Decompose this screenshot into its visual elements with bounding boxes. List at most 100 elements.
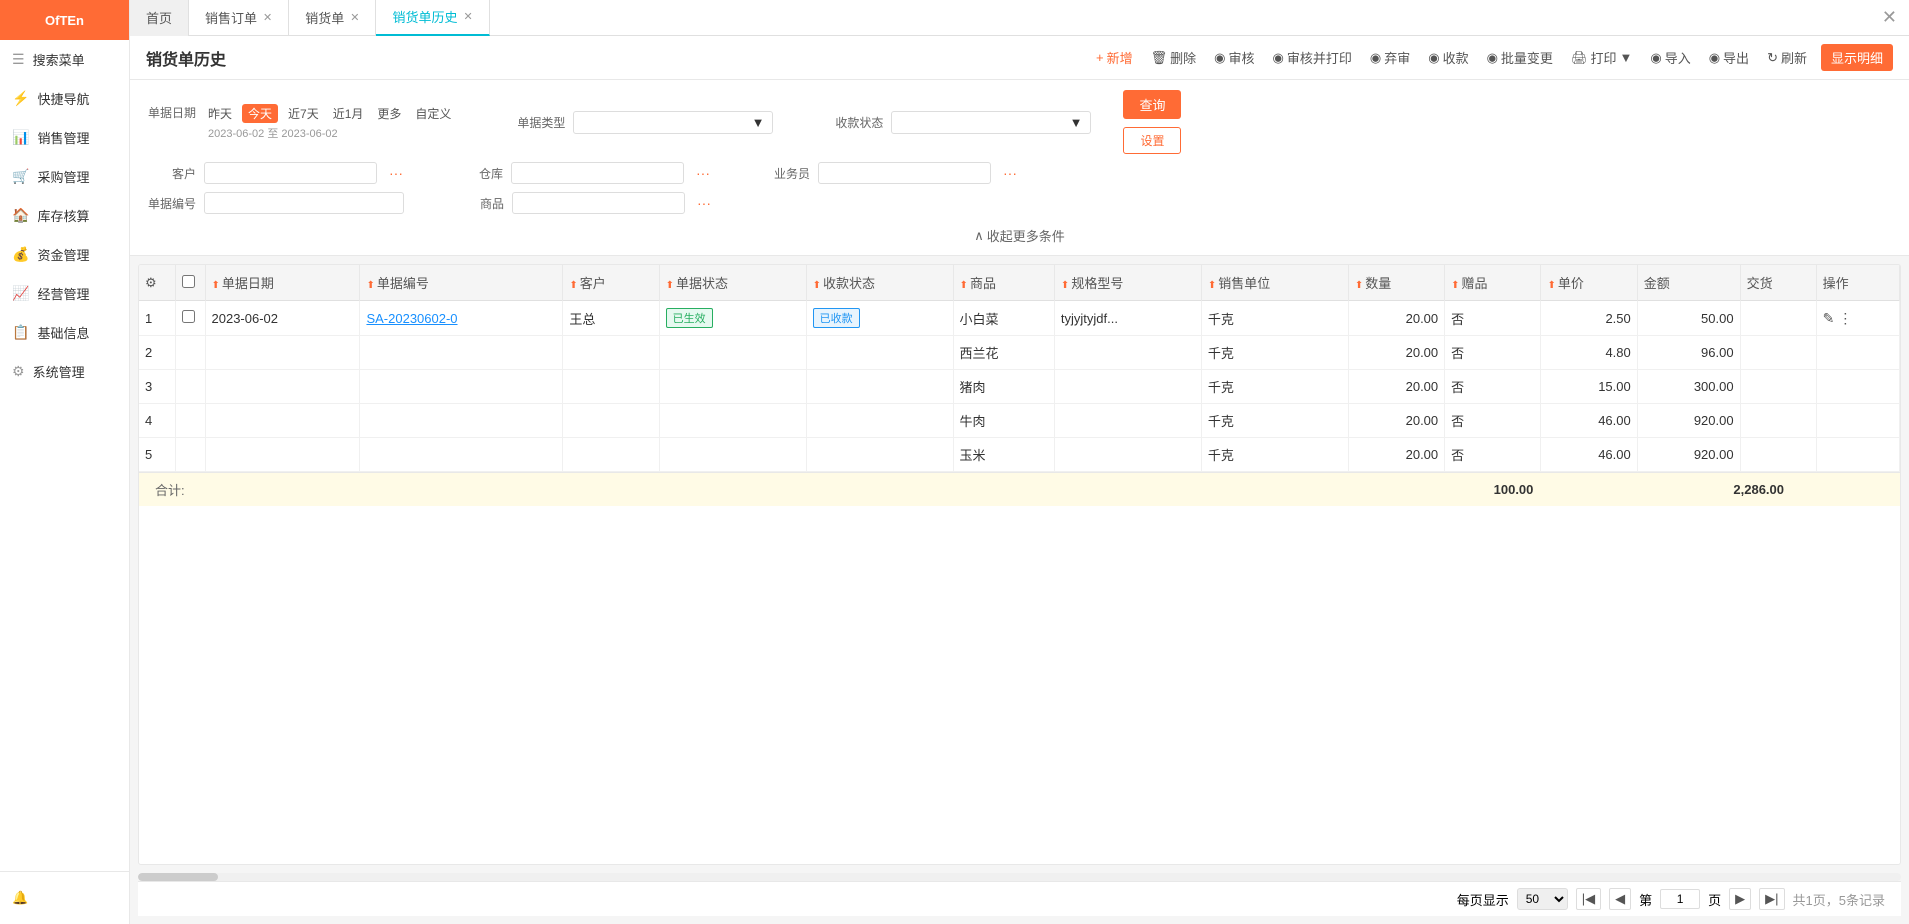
cell-checkbox[interactable] bbox=[175, 301, 205, 336]
collapse-row: ∧ 收起更多条件 bbox=[146, 222, 1893, 245]
sidebar-item-ops-mgmt[interactable]: 📈 经营管理 bbox=[0, 274, 129, 313]
sidebar-item-finance-mgmt[interactable]: 💰 资金管理 bbox=[0, 235, 129, 274]
sidebar-item-sys-mgmt[interactable]: ⚙ 系统管理 bbox=[0, 352, 129, 391]
quick-nav-icon: ⚡ bbox=[12, 90, 29, 107]
cell-gift: 否 bbox=[1445, 404, 1541, 438]
collapse-button[interactable]: ∧ 收起更多条件 bbox=[974, 226, 1065, 245]
doc-num-link[interactable]: SA-20230602-0 bbox=[366, 311, 457, 326]
sidebar-bottom-btn1[interactable]: 🔔 bbox=[0, 880, 129, 916]
show-detail-button[interactable]: 显示明细 bbox=[1821, 44, 1893, 71]
cell-checkbox[interactable] bbox=[175, 336, 205, 370]
cell-trade bbox=[1740, 336, 1816, 370]
col-unit[interactable]: ⬆销售单位 bbox=[1201, 265, 1348, 301]
first-page-btn[interactable]: |◀ bbox=[1576, 888, 1601, 910]
sidebar-item-purchase-mgmt[interactable]: 🛒 采购管理 bbox=[0, 157, 129, 196]
col-goods[interactable]: ⬆商品 bbox=[953, 265, 1054, 301]
salesman-more-btn[interactable]: ··· bbox=[1003, 165, 1017, 181]
col-price[interactable]: ⬆单价 bbox=[1541, 265, 1637, 301]
cell-gift: 否 bbox=[1445, 370, 1541, 404]
warehouse-input[interactable] bbox=[511, 162, 684, 184]
tab-home[interactable]: 首页 bbox=[130, 0, 189, 36]
sort-icon-date: ⬆ bbox=[212, 280, 220, 291]
col-doc-date[interactable]: ⬆单据日期 bbox=[205, 265, 360, 301]
tab-sales-goods[interactable]: 销货单 ✕ bbox=[289, 0, 376, 36]
sidebar-item-sales-mgmt[interactable]: 📊 销售管理 bbox=[0, 118, 129, 157]
per-page-select[interactable]: 50 20 100 bbox=[1517, 888, 1568, 910]
goods-input[interactable] bbox=[512, 192, 685, 214]
tab-sales-history[interactable]: 销货单历史 ✕ bbox=[376, 0, 489, 36]
delete-button[interactable]: 🗑 删除 bbox=[1147, 46, 1201, 69]
goods-more-btn[interactable]: ··· bbox=[697, 195, 711, 211]
page-number-input[interactable] bbox=[1660, 889, 1700, 909]
refresh-button[interactable]: ↻ 刷新 bbox=[1763, 46, 1811, 69]
docnum-input[interactable] bbox=[204, 192, 404, 214]
print-button[interactable]: 🖨 打印 ▼ bbox=[1567, 46, 1636, 69]
col-gift[interactable]: ⬆赠品 bbox=[1445, 265, 1541, 301]
audit-button[interactable]: ◉ 审核 bbox=[1210, 46, 1258, 69]
date-btn-1month[interactable]: 近1月 bbox=[329, 104, 368, 123]
cell-unit: 千克 bbox=[1201, 404, 1348, 438]
horizontal-scrollbar[interactable] bbox=[138, 873, 1901, 881]
col-settings[interactable]: ⚙ bbox=[139, 265, 175, 301]
customer-input[interactable] bbox=[204, 162, 377, 184]
tab-close-all-btn[interactable]: ✕ bbox=[1870, 7, 1909, 28]
sidebar-bottom: 🔔 bbox=[0, 871, 129, 924]
export-label: 导出 bbox=[1723, 48, 1749, 67]
select-all-checkbox[interactable] bbox=[182, 275, 195, 288]
sidebar-item-search-menu[interactable]: ☰ 搜索菜单 bbox=[0, 40, 129, 79]
col-doc-status[interactable]: ⬆单据状态 bbox=[659, 265, 806, 301]
date-btn-7days[interactable]: 近7天 bbox=[284, 104, 323, 123]
add-button[interactable]: + 新增 bbox=[1092, 46, 1137, 69]
batch-change-button[interactable]: ◉ 批量变更 bbox=[1483, 46, 1557, 69]
query-button[interactable]: 查询 bbox=[1123, 90, 1181, 119]
sidebar-item-base-info[interactable]: 📋 基础信息 bbox=[0, 313, 129, 352]
abandon-button[interactable]: ◉ 弃审 bbox=[1366, 46, 1414, 69]
next-page-btn[interactable]: ▶ bbox=[1729, 888, 1751, 910]
cell-checkbox[interactable] bbox=[175, 404, 205, 438]
customer-more-btn[interactable]: ··· bbox=[389, 165, 403, 181]
tab-sales-goods-close[interactable]: ✕ bbox=[350, 11, 359, 24]
scrollbar-thumb[interactable] bbox=[138, 873, 218, 881]
cell-gift: 否 bbox=[1445, 438, 1541, 472]
col-checkbox[interactable] bbox=[175, 265, 205, 301]
salesman-input[interactable] bbox=[818, 162, 991, 184]
prev-page-btn[interactable]: ◀ bbox=[1609, 888, 1631, 910]
sort-icon-price: ⬆ bbox=[1547, 280, 1555, 291]
last-page-btn[interactable]: ▶| bbox=[1759, 888, 1784, 910]
warehouse-more-btn[interactable]: ··· bbox=[696, 165, 710, 181]
col-qty[interactable]: ⬆数量 bbox=[1348, 265, 1444, 301]
more-icon[interactable]: ⋮ bbox=[1838, 310, 1852, 327]
col-action: 操作 bbox=[1816, 265, 1899, 301]
col-spec[interactable]: ⬆规格型号 bbox=[1054, 265, 1201, 301]
sidebar-item-quick-nav[interactable]: ⚡ 快捷导航 bbox=[0, 79, 129, 118]
edit-icon[interactable]: ✎ bbox=[1823, 310, 1835, 327]
pay-status-select[interactable]: ▼ bbox=[891, 111, 1091, 134]
col-customer[interactable]: ⬆客户 bbox=[563, 265, 659, 301]
cell-action: ✎⋮ bbox=[1816, 301, 1899, 336]
salesman-group: 业务员 ··· bbox=[760, 162, 1017, 184]
col-doc-num[interactable]: ⬆单据编号 bbox=[360, 265, 563, 301]
cell-checkbox[interactable] bbox=[175, 370, 205, 404]
tab-sales-history-close[interactable]: ✕ bbox=[464, 10, 473, 23]
sidebar-item-inventory[interactable]: 🏠 库存核算 bbox=[0, 196, 129, 235]
batch-change-label: 批量变更 bbox=[1501, 48, 1553, 67]
import-button[interactable]: ◉ 导入 bbox=[1646, 46, 1694, 69]
row-checkbox[interactable] bbox=[182, 310, 195, 323]
tab-sales-order-close[interactable]: ✕ bbox=[263, 11, 272, 24]
date-btn-custom[interactable]: 自定义 bbox=[411, 104, 455, 123]
date-btn-more[interactable]: 更多 bbox=[373, 104, 405, 123]
collect-button[interactable]: ◉ 收款 bbox=[1424, 46, 1472, 69]
cell-pay-status bbox=[806, 438, 953, 472]
audit-print-button[interactable]: ◉ 审核并打印 bbox=[1269, 46, 1356, 69]
cell-checkbox[interactable] bbox=[175, 438, 205, 472]
date-btn-yesterday[interactable]: 昨天 bbox=[204, 104, 236, 123]
warehouse-group: 仓库 ··· bbox=[453, 162, 710, 184]
col-pay-status[interactable]: ⬆收款状态 bbox=[806, 265, 953, 301]
export-button[interactable]: ◉ 导出 bbox=[1705, 46, 1753, 69]
tab-sales-order[interactable]: 销售订单 ✕ bbox=[189, 0, 289, 36]
cell-doc-status bbox=[659, 404, 806, 438]
date-btn-today[interactable]: 今天 bbox=[242, 104, 278, 123]
doc-type-select[interactable]: ▼ bbox=[573, 111, 773, 134]
cell-gift: 否 bbox=[1445, 336, 1541, 370]
set-button[interactable]: 设置 bbox=[1123, 127, 1181, 154]
